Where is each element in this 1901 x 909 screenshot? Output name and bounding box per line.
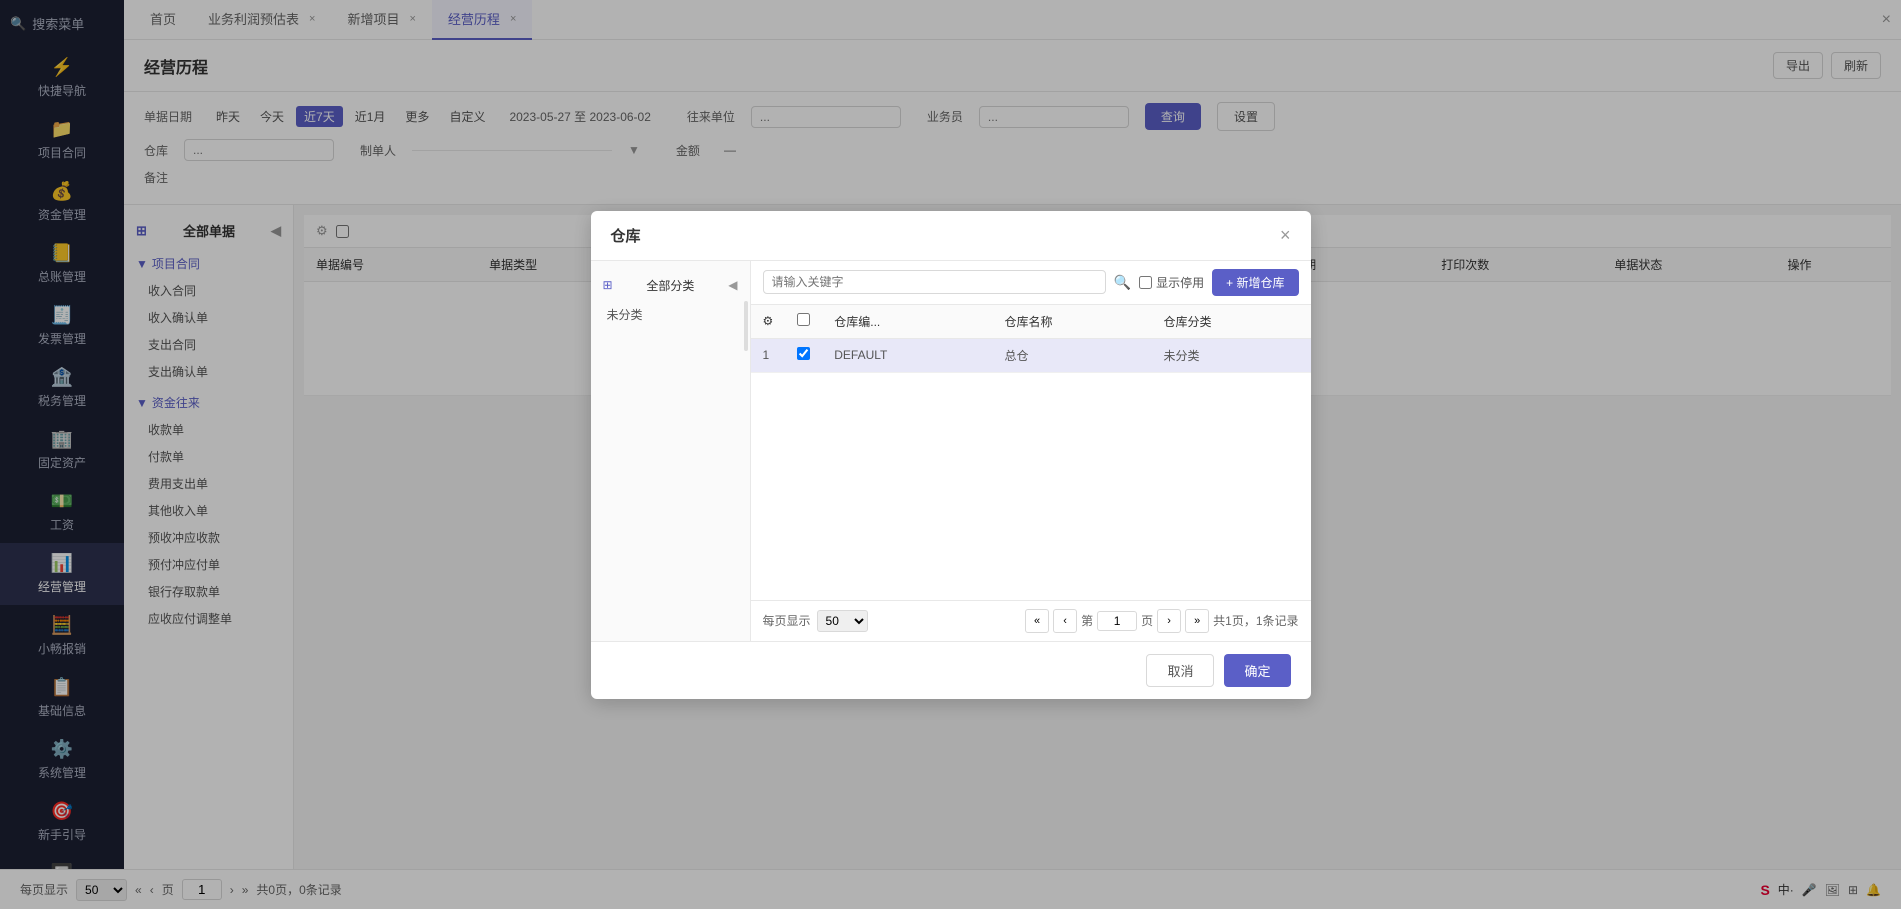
modal-close-btn[interactable]: ×	[1280, 225, 1291, 246]
row-index: 1	[751, 338, 786, 372]
table-row[interactable]: 1 DEFAULT 总仓 未分类	[751, 338, 1311, 372]
show-disabled-text: 显示停用	[1156, 274, 1204, 291]
modal-first-page-btn[interactable]: «	[1025, 609, 1049, 633]
modal-left-header: ⊞ 全部分类 ◀	[591, 271, 750, 300]
modal-page-input[interactable]	[1097, 611, 1137, 631]
modal-left-panel: ⊞ 全部分类 ◀ 未分类	[591, 261, 751, 641]
add-warehouse-button[interactable]: + 新增仓库	[1212, 269, 1298, 296]
modal-search-button[interactable]: 🔍	[1114, 274, 1131, 291]
warehouse-modal: 仓库 × ⊞ 全部分类 ◀ 未分类 🔍 显示停用	[591, 211, 1311, 699]
modal-total-label: 共1页，1条记录	[1213, 612, 1298, 629]
modal-category-unclassified[interactable]: 未分类	[591, 300, 750, 329]
modal-page-unit: 页	[1141, 612, 1153, 629]
modal-col-category: 仓库分类	[1152, 305, 1311, 339]
modal-grid-icon: ⊞	[603, 278, 613, 292]
modal-prev-page-btn[interactable]: ‹	[1053, 609, 1077, 633]
modal-next-page-btn[interactable]: ›	[1157, 609, 1181, 633]
row-name: 总仓	[993, 338, 1152, 372]
modal-confirm-button[interactable]: 确定	[1224, 654, 1290, 687]
modal-col-name: 仓库名称	[993, 305, 1152, 339]
row-checkbox	[785, 338, 822, 372]
modal-all-category-label: 全部分类	[646, 277, 694, 294]
modal-col-code: 仓库编...	[822, 305, 992, 339]
modal-search-input[interactable]	[763, 270, 1106, 294]
modal-pagination: « ‹ 第 页 › » 共1页，1条记录	[1025, 609, 1298, 633]
modal-left-scrollbar	[742, 261, 750, 641]
modal-select-all[interactable]	[797, 313, 810, 326]
modal-search-bar: 🔍 显示停用 + 新增仓库	[751, 261, 1311, 305]
modal-col-settings: ⚙	[751, 305, 786, 339]
modal-collapse-icon[interactable]: ◀	[728, 278, 737, 292]
modal-col-checkbox	[785, 305, 822, 339]
modal-page-label: 第	[1081, 612, 1093, 629]
modal-title: 仓库	[611, 225, 641, 246]
modal-page-size: 每页显示 50 100	[763, 610, 868, 632]
show-disabled-checkbox[interactable]	[1139, 276, 1152, 289]
modal-body: ⊞ 全部分类 ◀ 未分类 🔍 显示停用 + 新增仓库	[591, 261, 1311, 641]
modal-pagesize-label: 每页显示	[763, 612, 811, 629]
modal-cancel-button[interactable]: 取消	[1146, 654, 1214, 687]
modal-page-size-select[interactable]: 50 100	[817, 610, 868, 632]
row-select-checkbox[interactable]	[797, 347, 810, 360]
modal-table: ⚙ 仓库编... 仓库名称 仓库分类 1 DEFAULT 总仓	[751, 305, 1311, 600]
modal-right-panel: 🔍 显示停用 + 新增仓库 ⚙ 仓库编... 仓库名称 仓库分类	[751, 261, 1311, 641]
show-disabled-label: 显示停用	[1139, 274, 1204, 291]
modal-last-page-btn[interactable]: »	[1185, 609, 1209, 633]
modal-header: 仓库 ×	[591, 211, 1311, 261]
modal-actions: 取消 确定	[591, 641, 1311, 699]
row-code: DEFAULT	[822, 338, 992, 372]
row-category: 未分类	[1152, 338, 1311, 372]
modal-footer-bar: 每页显示 50 100 « ‹ 第 页 › » 共1页，1条记录	[751, 600, 1311, 641]
